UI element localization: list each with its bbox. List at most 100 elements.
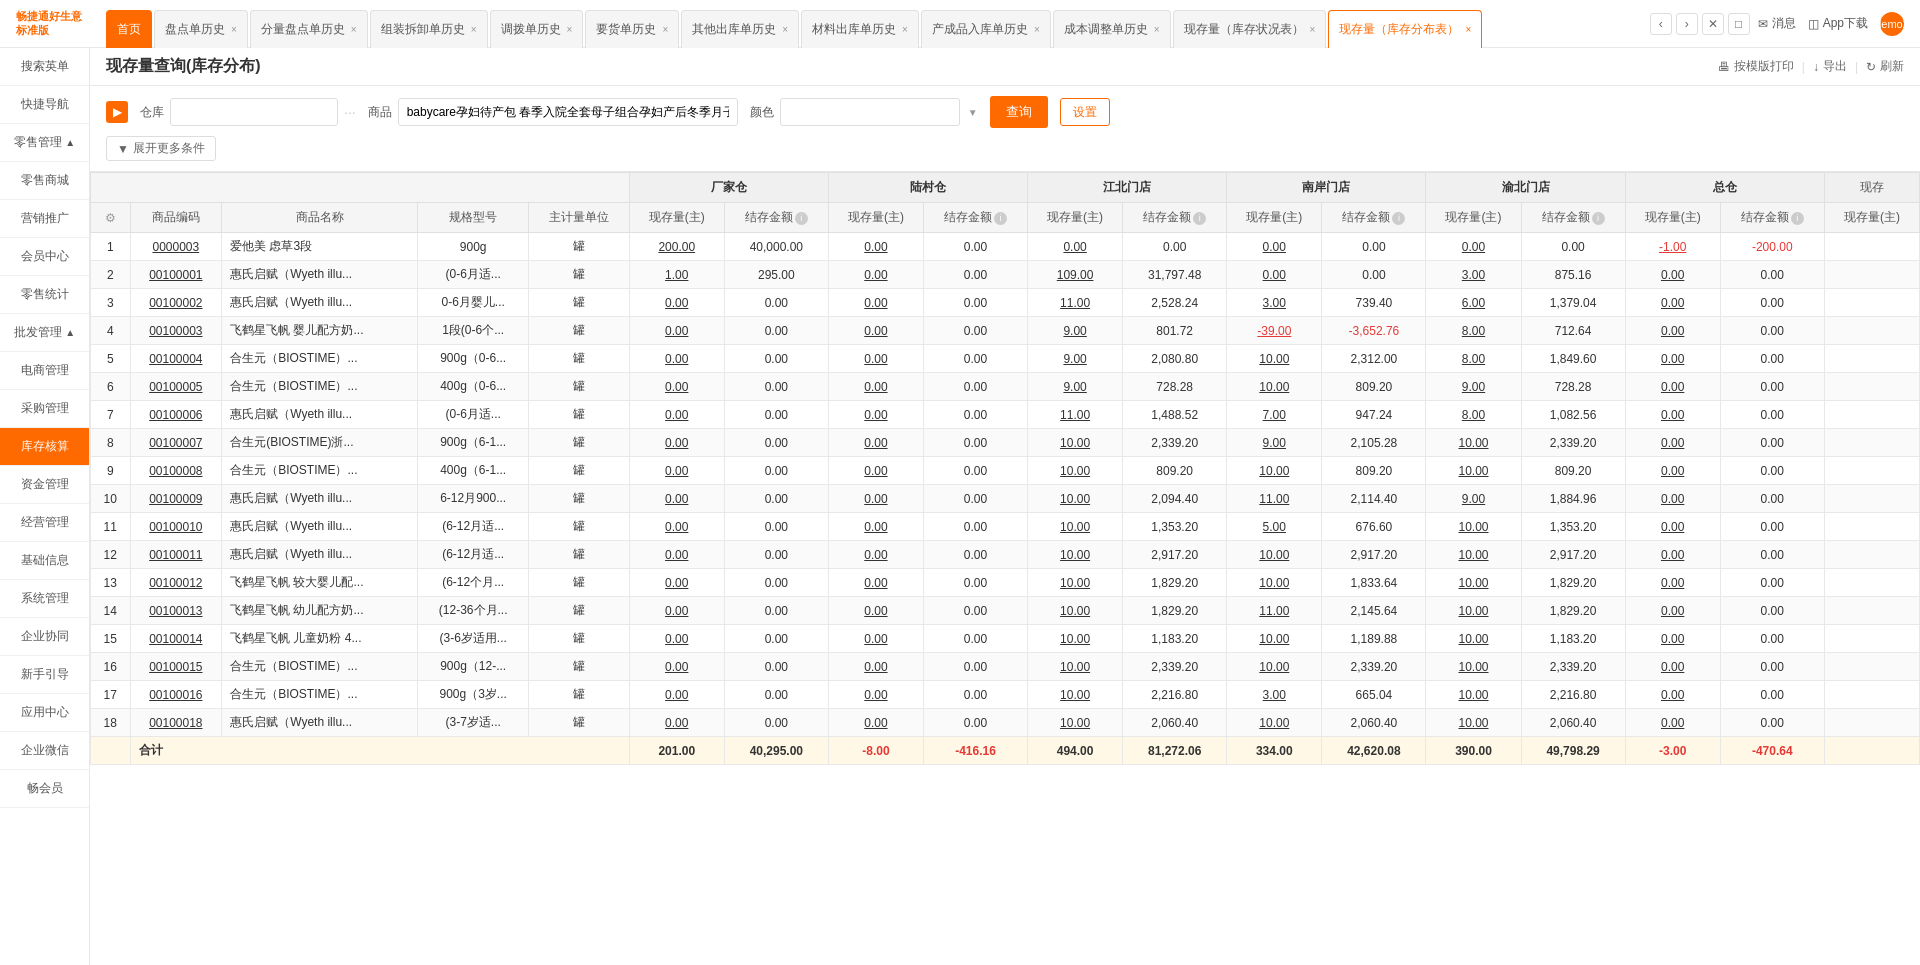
row-yb-qty[interactable]: 10.00 (1426, 429, 1521, 457)
row-l-qty[interactable]: 0.00 (828, 597, 923, 625)
row-total-qty[interactable]: 0.00 (1625, 345, 1720, 373)
row-l-qty[interactable]: 0.00 (828, 681, 923, 709)
sidebar-item-1[interactable]: 快捷导航 (0, 86, 89, 124)
row-jb-qty[interactable]: 10.00 (1028, 653, 1123, 681)
row-l-qty[interactable]: 0.00 (828, 317, 923, 345)
top-tab-4[interactable]: 调拨单历史× (490, 10, 584, 48)
row-f-qty[interactable]: 1.00 (629, 261, 724, 289)
top-tab-1[interactable]: 盘点单历史× (154, 10, 248, 48)
tab-close-icon[interactable]: × (1034, 24, 1040, 35)
row-yb-qty[interactable]: 10.00 (1426, 569, 1521, 597)
row-yb-qty[interactable]: 6.00 (1426, 289, 1521, 317)
row-l-qty[interactable]: 0.00 (828, 345, 923, 373)
row-jb-qty[interactable]: 9.00 (1028, 345, 1123, 373)
row-code[interactable]: 00100009 (130, 485, 222, 513)
user-avatar[interactable]: demo2 (1880, 12, 1904, 36)
row-na-qty[interactable]: 5.00 (1227, 513, 1322, 541)
query-button[interactable]: 查询 (990, 96, 1048, 128)
row-code[interactable]: 00100006 (130, 401, 222, 429)
row-yb-qty[interactable]: 10.00 (1426, 653, 1521, 681)
row-f-qty[interactable]: 0.00 (629, 457, 724, 485)
row-l-qty[interactable]: 0.00 (828, 709, 923, 737)
row-code[interactable]: 00100004 (130, 345, 222, 373)
row-l-qty[interactable]: 0.00 (828, 233, 923, 261)
row-jb-qty[interactable]: 11.00 (1028, 289, 1123, 317)
row-l-qty[interactable]: 0.00 (828, 429, 923, 457)
row-jb-qty[interactable]: 9.00 (1028, 373, 1123, 401)
sidebar-item-5[interactable]: 会员中心 (0, 238, 89, 276)
row-total-qty[interactable]: 0.00 (1625, 429, 1720, 457)
row-jb-qty[interactable]: 10.00 (1028, 457, 1123, 485)
row-f-qty[interactable]: 0.00 (629, 569, 724, 597)
row-yb-qty[interactable]: 10.00 (1426, 457, 1521, 485)
tab-close-icon[interactable]: × (902, 24, 908, 35)
row-jb-qty[interactable]: 109.00 (1028, 261, 1123, 289)
row-jb-qty[interactable]: 10.00 (1028, 485, 1123, 513)
row-na-qty[interactable]: 11.00 (1227, 597, 1322, 625)
row-f-qty[interactable]: 0.00 (629, 485, 724, 513)
app-download-action[interactable]: ◫ App下载 (1808, 15, 1868, 32)
row-l-qty[interactable]: 0.00 (828, 625, 923, 653)
sidebar-item-19[interactable]: 畅会员 (0, 770, 89, 808)
tab-prev-button[interactable]: ‹ (1650, 13, 1672, 35)
row-total-qty[interactable]: 0.00 (1625, 261, 1720, 289)
row-jb-qty[interactable]: 0.00 (1028, 233, 1123, 261)
row-total-qty[interactable]: -1.00 (1625, 233, 1720, 261)
row-l-qty[interactable]: 0.00 (828, 289, 923, 317)
row-l-qty[interactable]: 0.00 (828, 541, 923, 569)
goods-input[interactable] (398, 98, 738, 126)
sidebar-item-3[interactable]: 零售商城 (0, 162, 89, 200)
row-l-qty[interactable]: 0.00 (828, 457, 923, 485)
row-total-qty[interactable]: 0.00 (1625, 569, 1720, 597)
row-na-qty[interactable]: 3.00 (1227, 289, 1322, 317)
row-yb-qty[interactable]: 10.00 (1426, 625, 1521, 653)
sidebar-item-14[interactable]: 系统管理 (0, 580, 89, 618)
row-total-qty[interactable]: 0.00 (1625, 373, 1720, 401)
row-na-qty[interactable]: 10.00 (1227, 625, 1322, 653)
row-jb-qty[interactable]: 9.00 (1028, 317, 1123, 345)
color-input[interactable] (780, 98, 960, 126)
export-button[interactable]: ↓ 导出 (1813, 58, 1847, 75)
top-tab-11[interactable]: 现存量（库存分布表）× (1328, 10, 1482, 48)
tab-close-button[interactable]: ✕ (1702, 13, 1724, 35)
row-na-qty[interactable]: 10.00 (1227, 709, 1322, 737)
message-action[interactable]: ✉ 消息 (1758, 15, 1796, 32)
row-jb-qty[interactable]: 10.00 (1028, 709, 1123, 737)
row-f-qty[interactable]: 0.00 (629, 401, 724, 429)
row-f-qty[interactable]: 0.00 (629, 709, 724, 737)
row-na-qty[interactable]: 11.00 (1227, 485, 1322, 513)
row-f-qty[interactable]: 0.00 (629, 317, 724, 345)
row-yb-qty[interactable]: 9.00 (1426, 485, 1521, 513)
row-l-qty[interactable]: 0.00 (828, 513, 923, 541)
row-f-qty[interactable]: 0.00 (629, 653, 724, 681)
row-total-qty[interactable]: 0.00 (1625, 317, 1720, 345)
row-total-qty[interactable]: 0.00 (1625, 653, 1720, 681)
row-na-qty[interactable]: 10.00 (1227, 653, 1322, 681)
tab-close-icon[interactable]: × (567, 24, 573, 35)
row-jb-qty[interactable]: 10.00 (1028, 429, 1123, 457)
row-jb-qty[interactable]: 10.00 (1028, 681, 1123, 709)
row-f-qty[interactable]: 0.00 (629, 681, 724, 709)
row-yb-qty[interactable]: 10.00 (1426, 513, 1521, 541)
row-code[interactable]: 00100005 (130, 373, 222, 401)
row-na-qty[interactable]: 10.00 (1227, 373, 1322, 401)
row-code[interactable]: 0000003 (130, 233, 222, 261)
row-f-qty[interactable]: 0.00 (629, 597, 724, 625)
tab-close-icon[interactable]: × (782, 24, 788, 35)
row-yb-qty[interactable]: 10.00 (1426, 597, 1521, 625)
row-l-qty[interactable]: 0.00 (828, 373, 923, 401)
row-jb-qty[interactable]: 10.00 (1028, 541, 1123, 569)
row-total-qty[interactable]: 0.00 (1625, 541, 1720, 569)
row-f-qty[interactable]: 0.00 (629, 345, 724, 373)
top-tab-8[interactable]: 产成品入库单历史× (921, 10, 1051, 48)
sidebar-item-13[interactable]: 基础信息 (0, 542, 89, 580)
row-code[interactable]: 00100018 (130, 709, 222, 737)
row-na-qty[interactable]: 3.00 (1227, 681, 1322, 709)
top-tab-5[interactable]: 要货单历史× (585, 10, 679, 48)
row-code[interactable]: 00100013 (130, 597, 222, 625)
sidebar-item-16[interactable]: 新手引导 (0, 656, 89, 694)
sidebar-item-9[interactable]: 采购管理 (0, 390, 89, 428)
row-yb-qty[interactable]: 8.00 (1426, 401, 1521, 429)
row-f-qty[interactable]: 0.00 (629, 373, 724, 401)
tab-close-icon[interactable]: × (1310, 24, 1316, 35)
